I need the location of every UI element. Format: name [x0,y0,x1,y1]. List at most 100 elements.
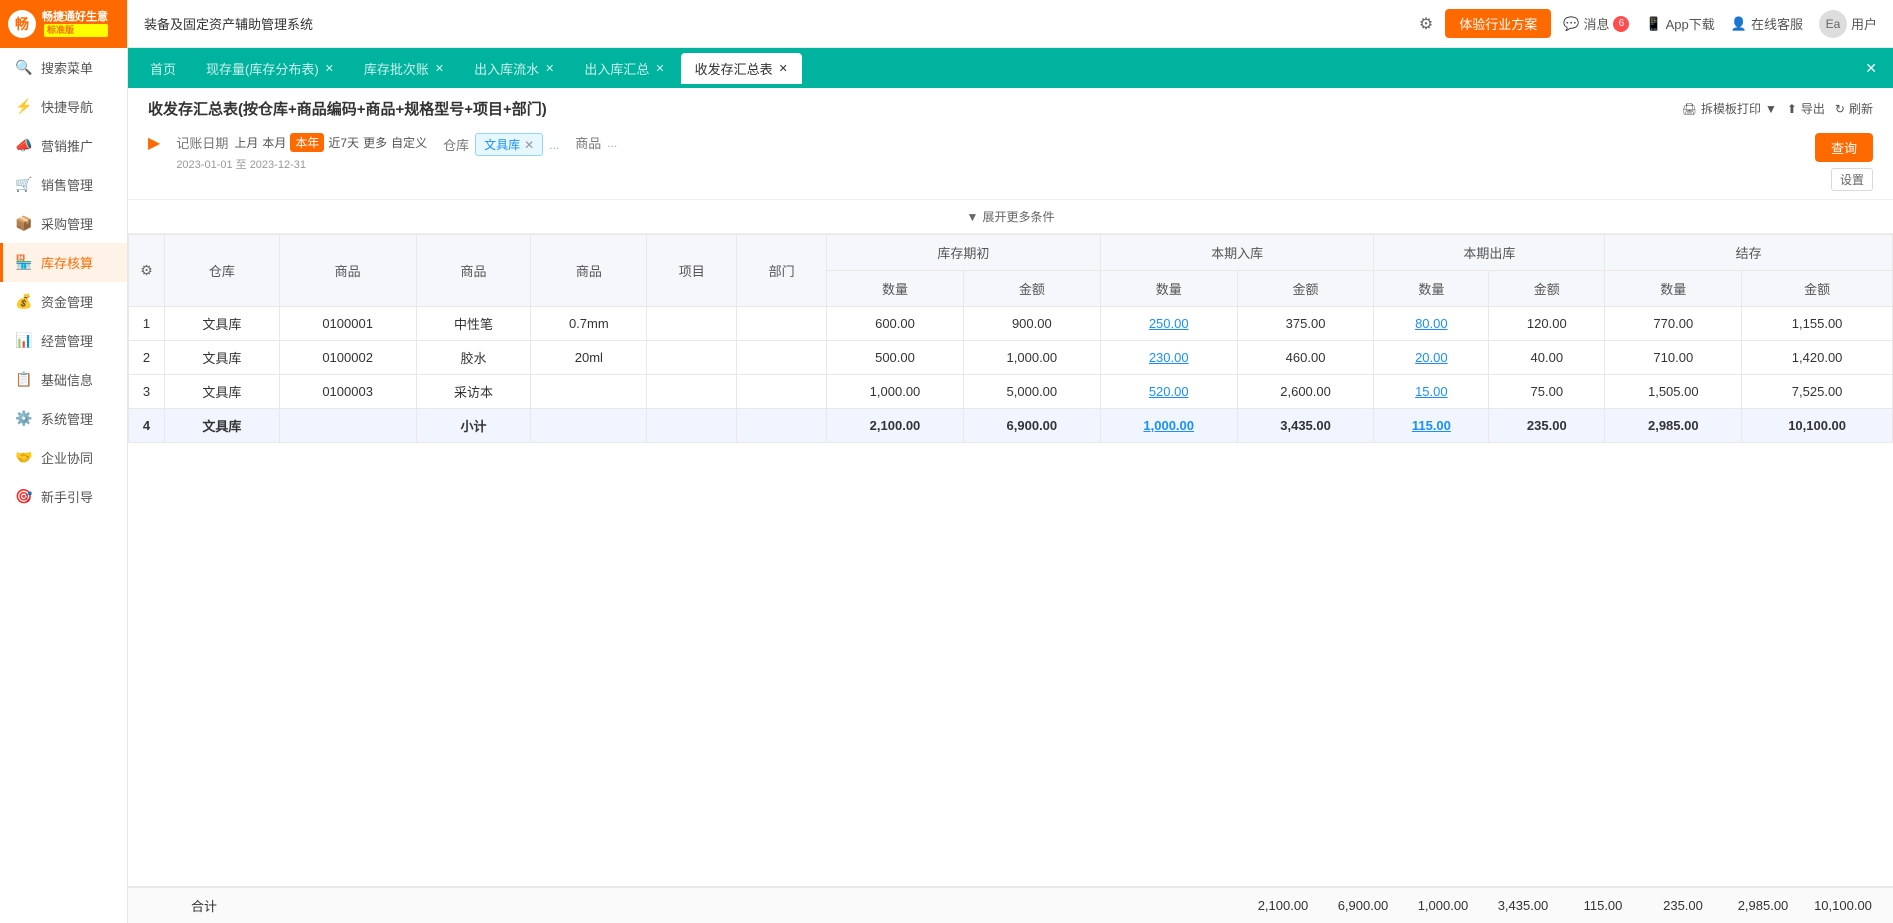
marketing-icon: 📣 [15,137,33,154]
tab-2[interactable]: 库存批次账✕ [350,53,458,84]
col-out-qty: 数量 [1374,271,1489,307]
footer-val-3: 3,435.00 [1483,898,1563,913]
goods-more-btn[interactable]: ... [607,136,617,150]
cell-dept [737,409,827,443]
out-qty-link[interactable]: 115.00 [1412,418,1451,433]
in-qty-link[interactable]: 520.00 [1149,384,1189,399]
out-qty-link[interactable]: 20.00 [1415,350,1448,365]
col-in-amt: 金额 [1237,271,1374,307]
online-service-label: 在线客服 [1751,14,1803,33]
sidebar-item-enterprise[interactable]: 🤝企业协同 [0,438,127,477]
page-title: 收发存汇总表(按仓库+商品编码+商品+规格型号+项目+部门) [148,98,547,119]
export-icon: ⬆ [1787,102,1797,116]
cell-project [647,409,737,443]
tab-3[interactable]: 出入库流水✕ [460,53,568,84]
cell-start-qty: 2,100.00 [827,409,964,443]
sidebar-item-finance[interactable]: 💰资金管理 [0,282,127,321]
expand-icon: ▼ [967,210,979,224]
sidebar-item-basic[interactable]: 📋基础信息 [0,360,127,399]
sidebar-item-guide[interactable]: 🎯新手引导 [0,477,127,516]
warehouse-label: 仓库 [443,135,469,154]
col-start-header: 库存期初 [827,235,1101,271]
in-qty-link[interactable]: 250.00 [1149,316,1189,331]
tab-5[interactable]: 收发存汇总表✕ [681,53,802,84]
col-dept-header: 部门 [737,235,827,307]
topbar-actions: 💬 消息 6 📱 App下载 👤 在线客服 Ea 用户 [1563,10,1877,38]
col-code-header: 商品 [279,235,416,307]
out-qty-link[interactable]: 80.00 [1415,316,1448,331]
print-btn[interactable]: 🖨 拆模板打印 ▼ [1682,100,1777,117]
warehouse-remove-btn[interactable]: ✕ [524,138,534,152]
footer-val-0: 2,100.00 [1243,898,1323,913]
logo-icon: 畅 [8,10,36,38]
filter-collapse-btn[interactable]: ▶ [148,133,160,153]
sidebar-item-purchase[interactable]: 📦采购管理 [0,204,127,243]
settings-link-btn[interactable]: 设置 [1831,168,1873,191]
date-btn-自定义[interactable]: 自定义 [391,134,427,151]
date-btns: 上月本月本年近7天更多自定义 [234,133,427,152]
in-qty-link[interactable]: 1,000.00 [1143,418,1194,433]
warehouse-more-btn[interactable]: ... [549,138,559,152]
tab-close-5[interactable]: ✕ [779,62,788,75]
sidebar-item-search[interactable]: 🔍搜索菜单 [0,48,127,87]
online-service-btn[interactable]: 👤 在线客服 [1731,14,1803,33]
cell-name: 小计 [416,409,531,443]
message-btn[interactable]: 💬 消息 6 [1563,14,1629,33]
cell-bal-qty: 770.00 [1605,307,1742,341]
sidebar-item-label: 基础信息 [41,370,93,389]
footer-val-6: 2,985.00 [1723,898,1803,913]
close-all-tabs-btn[interactable]: ✕ [1857,60,1885,77]
out-qty-link[interactable]: 15.00 [1415,384,1448,399]
cell-bal-amt: 1,420.00 [1742,341,1893,375]
date-btn-上月[interactable]: 上月 [234,134,258,151]
sidebar-item-quick-nav[interactable]: ⚡快捷导航 [0,87,127,126]
cell-bal-qty: 2,985.00 [1605,409,1742,443]
sidebar-item-inventory[interactable]: 🏪库存核算 [0,243,127,282]
sidebar-item-system[interactable]: ⚙️系统管理 [0,399,127,438]
sidebar-item-label: 销售管理 [41,175,93,194]
cell-bal-amt: 10,100.00 [1742,409,1893,443]
date-btn-本年[interactable]: 本年 [290,133,324,152]
logo-badge: 标准版 [44,24,108,37]
experience-btn[interactable]: 体验行业方案 [1445,9,1551,38]
sidebar-item-label: 库存核算 [41,253,93,272]
table-settings-icon[interactable]: ⚙ [140,262,153,278]
date-btn-更多[interactable]: 更多 [363,134,387,151]
tab-close-3[interactable]: ✕ [545,62,554,75]
tab-4[interactable]: 出入库汇总 ✕ [570,53,678,84]
settings-icon[interactable]: ⚙ [1419,14,1433,34]
cell-in-amt: 375.00 [1237,307,1374,341]
sidebar-item-marketing[interactable]: 📣营销推广 [0,126,127,165]
tab-close-1[interactable]: ✕ [325,62,334,75]
filter-date-group: 记账日期 上月本月本年近7天更多自定义 2023-01-01 至 2023-12… [176,133,427,172]
tab-label-0: 首页 [150,59,176,78]
tab-label-4: 出入库汇总 [584,59,649,78]
user-area[interactable]: Ea 用户 [1819,10,1877,38]
date-btn-近7天[interactable]: 近7天 [328,134,359,151]
col-name-header: 商品 [416,235,531,307]
message-badge: 6 [1613,16,1629,32]
app-download-btn[interactable]: 📱 App下载 [1645,14,1714,33]
cell-bal-amt: 1,155.00 [1742,307,1893,341]
tab-close-4[interactable]: ✕ [655,62,664,75]
sidebar-logo: 畅 畅捷通好生意 标准版 [0,0,127,48]
refresh-label: 刷新 [1849,100,1873,117]
refresh-btn[interactable]: ↻ 刷新 [1835,100,1873,117]
tab-close-2[interactable]: ✕ [435,62,444,75]
query-btn[interactable]: 查询 [1815,133,1873,162]
cell-in-qty: 230.00 [1100,341,1237,375]
avatar: Ea [1819,10,1847,38]
in-qty-link[interactable]: 230.00 [1149,350,1189,365]
date-btn-本月[interactable]: 本月 [262,134,286,151]
sidebar-item-sales[interactable]: 🛒销售管理 [0,165,127,204]
cell-warehouse: 文具库 [165,409,280,443]
tab-0[interactable]: 首页 [136,53,190,84]
cell-spec [531,375,647,409]
col-settings[interactable]: ⚙ [129,235,165,307]
tab-1[interactable]: 现存量(库存分布表)✕ [192,53,348,84]
expand-conditions-btn[interactable]: ▼ 展开更多条件 [959,204,1063,229]
export-btn[interactable]: ⬆ 导出 [1787,100,1825,117]
footer-val-1: 6,900.00 [1323,898,1403,913]
sidebar-item-operation[interactable]: 📊经营管理 [0,321,127,360]
col-start-qty: 数量 [827,271,964,307]
